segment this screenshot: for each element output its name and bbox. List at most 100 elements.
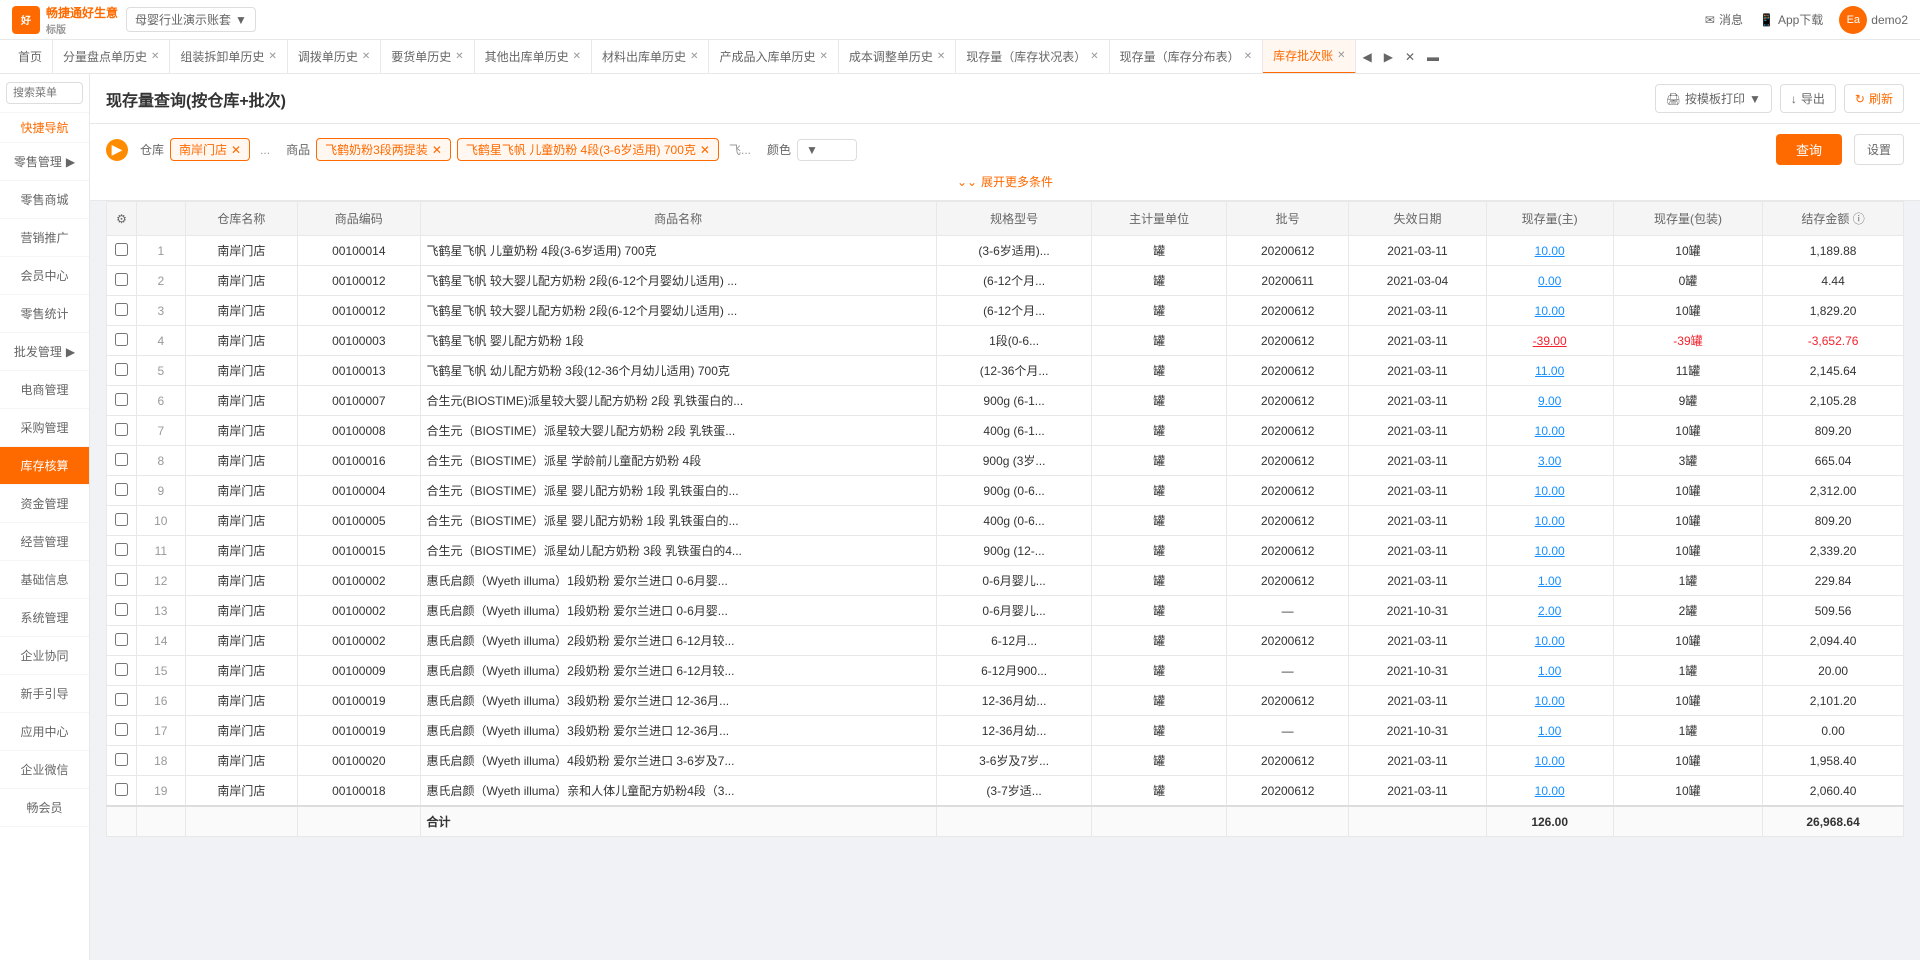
store-selector[interactable]: 母婴行业演示账套 ▼ bbox=[126, 7, 256, 32]
td-checkbox[interactable] bbox=[107, 716, 137, 746]
more-products-btn[interactable]: 飞... bbox=[725, 141, 755, 158]
close-product-tag-2-icon[interactable]: ✕ bbox=[700, 143, 710, 157]
product-tag-1[interactable]: 飞鹤奶粉3段两提装 ✕ bbox=[316, 138, 451, 161]
tab-3[interactable]: 调拨单历史 ✕ bbox=[288, 40, 381, 74]
sidebar-item-retail-management[interactable]: 零售管理 ▶ bbox=[0, 143, 89, 181]
product-tag-2[interactable]: 飞鹤星飞帆 儿童奶粉 4段(3-6岁适用) 700克 ✕ bbox=[457, 138, 719, 161]
td-checkbox[interactable] bbox=[107, 446, 137, 476]
tab-6[interactable]: 材料出库单历史 ✕ bbox=[592, 40, 709, 74]
td-qty-main[interactable]: 10.00 bbox=[1486, 536, 1613, 566]
td-checkbox[interactable] bbox=[107, 506, 137, 536]
sidebar-quick-nav[interactable]: 快捷导航 bbox=[0, 113, 89, 143]
tab-menu-btn[interactable]: ▬ bbox=[1421, 40, 1445, 74]
expand-filter-button[interactable]: ▶ bbox=[106, 139, 128, 161]
tab-close-11[interactable]: ✕ bbox=[1337, 50, 1345, 61]
td-checkbox[interactable] bbox=[107, 686, 137, 716]
td-checkbox[interactable] bbox=[107, 566, 137, 596]
sidebar-item-finance[interactable]: 资金管理 bbox=[0, 485, 89, 523]
sidebar-item-member-center[interactable]: 会员中心 bbox=[0, 257, 89, 295]
more-warehouses-btn[interactable]: ... bbox=[256, 143, 274, 157]
tab-prev-btn[interactable]: ◀ bbox=[1356, 40, 1377, 74]
tab-4[interactable]: 要货单历史 ✕ bbox=[381, 40, 474, 74]
td-qty-main[interactable]: 0.00 bbox=[1486, 266, 1613, 296]
tab-close-9[interactable]: ✕ bbox=[1090, 51, 1098, 62]
sidebar-item-inventory[interactable]: 库存核算 bbox=[0, 447, 89, 485]
tab-close-1[interactable]: ✕ bbox=[151, 51, 159, 62]
td-qty-main[interactable]: 1.00 bbox=[1486, 656, 1613, 686]
tab-close-3[interactable]: ✕ bbox=[362, 51, 370, 62]
tab-close-7[interactable]: ✕ bbox=[819, 51, 827, 62]
expand-more-conditions[interactable]: ⌄⌄ 展开更多条件 bbox=[957, 173, 1053, 190]
td-checkbox[interactable] bbox=[107, 326, 137, 356]
td-checkbox[interactable] bbox=[107, 536, 137, 566]
tab-close-6[interactable]: ✕ bbox=[690, 51, 698, 62]
export-button[interactable]: ↓ 导出 bbox=[1780, 84, 1836, 113]
td-checkbox[interactable] bbox=[107, 596, 137, 626]
td-checkbox[interactable] bbox=[107, 386, 137, 416]
user-profile[interactable]: Ea demo2 bbox=[1839, 6, 1908, 34]
sidebar-item-system[interactable]: 系统管理 bbox=[0, 599, 89, 637]
print-button[interactable]: 🖨 按模板打印 ▼ bbox=[1655, 84, 1772, 113]
sidebar-item-ecommerce[interactable]: 电商管理 bbox=[0, 371, 89, 409]
td-checkbox[interactable] bbox=[107, 266, 137, 296]
td-qty-main[interactable]: 10.00 bbox=[1486, 296, 1613, 326]
tab-1[interactable]: 分量盘点单历史 ✕ bbox=[53, 40, 170, 74]
tab-close-8[interactable]: ✕ bbox=[937, 51, 945, 62]
td-qty-main[interactable]: 10.00 bbox=[1486, 506, 1613, 536]
refresh-button[interactable]: ↻ 刷新 bbox=[1844, 84, 1904, 113]
tab-8[interactable]: 成本调整单历史 ✕ bbox=[839, 40, 956, 74]
tab-close-2[interactable]: ✕ bbox=[268, 51, 276, 62]
sidebar-item-marketing[interactable]: 营销推广 bbox=[0, 219, 89, 257]
tab-11-active[interactable]: 库存批次账 ✕ bbox=[1263, 40, 1356, 74]
td-qty-main[interactable]: 10.00 bbox=[1486, 476, 1613, 506]
td-checkbox[interactable] bbox=[107, 296, 137, 326]
td-checkbox[interactable] bbox=[107, 476, 137, 506]
td-qty-main[interactable]: 9.00 bbox=[1486, 386, 1613, 416]
sidebar-item-retail-stats[interactable]: 零售统计 bbox=[0, 295, 89, 333]
td-qty-main[interactable]: 10.00 bbox=[1486, 416, 1613, 446]
tab-close-all-btn[interactable]: ✕ bbox=[1399, 40, 1421, 74]
td-qty-main[interactable]: 10.00 bbox=[1486, 626, 1613, 656]
sidebar-item-purchase[interactable]: 采购管理 bbox=[0, 409, 89, 447]
sidebar-item-app-center[interactable]: 应用中心 bbox=[0, 713, 89, 751]
search-input[interactable] bbox=[6, 82, 83, 104]
sidebar-item-member[interactable]: 畅会员 bbox=[0, 789, 89, 827]
sidebar-item-basic-info[interactable]: 基础信息 bbox=[0, 561, 89, 599]
td-checkbox[interactable] bbox=[107, 626, 137, 656]
sidebar-item-management[interactable]: 经营管理 bbox=[0, 523, 89, 561]
sidebar-item-guide[interactable]: 新手引导 bbox=[0, 675, 89, 713]
tab-5[interactable]: 其他出库单历史 ✕ bbox=[475, 40, 592, 74]
td-checkbox[interactable] bbox=[107, 746, 137, 776]
tab-close-5[interactable]: ✕ bbox=[573, 51, 581, 62]
td-qty-main[interactable]: 3.00 bbox=[1486, 446, 1613, 476]
td-checkbox[interactable] bbox=[107, 776, 137, 807]
download-button[interactable]: 📱 App下载 bbox=[1759, 11, 1823, 28]
sidebar-item-wechat[interactable]: 企业微信 bbox=[0, 751, 89, 789]
td-qty-main[interactable]: 10.00 bbox=[1486, 686, 1613, 716]
td-qty-main[interactable]: 1.00 bbox=[1486, 566, 1613, 596]
warehouse-tag[interactable]: 南岸门店 ✕ bbox=[170, 138, 250, 161]
tab-home[interactable]: 首页 bbox=[8, 40, 53, 74]
td-qty-main[interactable]: 10.00 bbox=[1486, 776, 1613, 807]
td-qty-main[interactable]: -39.00 bbox=[1486, 326, 1613, 356]
td-qty-main[interactable]: 10.00 bbox=[1486, 746, 1613, 776]
sidebar-item-enterprise[interactable]: 企业协同 bbox=[0, 637, 89, 675]
tab-close-10[interactable]: ✕ bbox=[1244, 51, 1252, 62]
color-select[interactable]: ▼ bbox=[797, 139, 857, 161]
td-checkbox[interactable] bbox=[107, 236, 137, 266]
td-qty-main[interactable]: 11.00 bbox=[1486, 356, 1613, 386]
td-qty-main[interactable]: 2.00 bbox=[1486, 596, 1613, 626]
tab-2[interactable]: 组装拆卸单历史 ✕ bbox=[170, 40, 287, 74]
tab-close-4[interactable]: ✕ bbox=[455, 51, 463, 62]
tab-7[interactable]: 产成品入库单历史 ✕ bbox=[709, 40, 838, 74]
message-button[interactable]: ✉ 消息 bbox=[1705, 11, 1743, 28]
close-tag-icon[interactable]: ✕ bbox=[231, 143, 241, 157]
sidebar-item-wholesale[interactable]: 批发管理 ▶ bbox=[0, 333, 89, 371]
settings-icon[interactable]: ⚙ bbox=[116, 212, 127, 226]
query-button[interactable]: 查询 bbox=[1776, 134, 1842, 165]
tab-9[interactable]: 现存量（库存状况表） ✕ bbox=[956, 40, 1109, 74]
sidebar-item-retail-store[interactable]: 零售商城 bbox=[0, 181, 89, 219]
td-checkbox[interactable] bbox=[107, 656, 137, 686]
settings-button[interactable]: 设置 bbox=[1854, 134, 1904, 165]
td-qty-main[interactable]: 10.00 bbox=[1486, 236, 1613, 266]
